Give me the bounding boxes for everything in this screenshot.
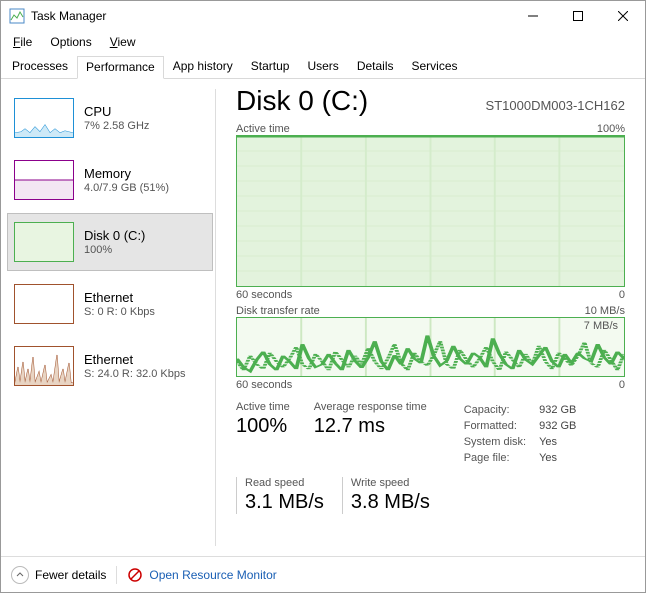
tab-performance[interactable]: Performance	[77, 56, 164, 79]
sidebar-item-label: Memory	[84, 166, 169, 181]
resource-monitor-icon	[127, 567, 143, 583]
chart1-max: 100%	[597, 123, 625, 135]
chart2-label: Disk transfer rate	[236, 305, 320, 317]
fewer-details-button[interactable]: Fewer details	[11, 566, 106, 584]
chevron-up-icon	[11, 566, 29, 584]
active-time-label: Active time	[236, 401, 290, 413]
ethernet-thumb-icon	[14, 284, 74, 324]
sidebar-item-label: CPU	[84, 104, 149, 119]
window-title: Task Manager	[31, 9, 106, 23]
chart2-xstart: 60 seconds	[236, 379, 292, 391]
disk-thumb-icon	[14, 222, 74, 262]
sidebar-item-cpu[interactable]: CPU 7% 2.58 GHz	[7, 89, 213, 147]
sidebar-item-ethernet-1[interactable]: Ethernet S: 0 R: 0 Kbps	[7, 275, 213, 333]
sidebar-item-sub: 4.0/7.9 GB (51%)	[84, 182, 169, 194]
write-speed-label: Write speed	[351, 477, 430, 489]
chart1-xstart: 60 seconds	[236, 289, 292, 301]
tab-details[interactable]: Details	[348, 55, 403, 78]
sidebar-item-sub: 7% 2.58 GHz	[84, 120, 149, 132]
menu-options[interactable]: Options	[42, 33, 99, 51]
sidebar-item-sub: 100%	[84, 244, 145, 256]
maximize-button[interactable]	[555, 1, 600, 31]
write-speed-value: 3.8 MB/s	[351, 491, 430, 514]
read-speed-value: 3.1 MB/s	[245, 491, 324, 514]
tabs: Processes Performance App history Startu…	[1, 55, 645, 79]
sidebar-item-label: Ethernet	[84, 290, 155, 305]
menubar: File Options View	[1, 31, 645, 55]
minimize-button[interactable]	[510, 1, 555, 31]
page-title: Disk 0 (C:)	[236, 85, 368, 117]
disk-model: ST1000DM003-1CH162	[486, 98, 625, 113]
separator	[116, 566, 117, 584]
active-time-value: 100%	[236, 415, 290, 438]
tab-users[interactable]: Users	[298, 55, 347, 78]
tab-startup[interactable]: Startup	[242, 55, 299, 78]
footer: Fewer details Open Resource Monitor	[1, 556, 645, 592]
chart1-label: Active time	[236, 123, 290, 135]
titlebar: Task Manager	[1, 1, 645, 31]
chart2-xend: 0	[619, 379, 625, 391]
ethernet-thumb-icon	[14, 346, 74, 386]
memory-thumb-icon	[14, 160, 74, 200]
sidebar-item-memory[interactable]: Memory 4.0/7.9 GB (51%)	[7, 151, 213, 209]
sidebar: CPU 7% 2.58 GHz Memory 4.0/7.9 GB (51%) …	[1, 79, 215, 556]
sidebar-item-ethernet-2[interactable]: Ethernet S: 24.0 R: 32.0 Kbps	[7, 337, 213, 395]
chart1-xend: 0	[619, 289, 625, 301]
sidebar-item-sub: S: 24.0 R: 32.0 Kbps	[84, 368, 186, 380]
tab-app-history[interactable]: App history	[164, 55, 242, 78]
content: CPU 7% 2.58 GHz Memory 4.0/7.9 GB (51%) …	[1, 79, 645, 556]
close-button[interactable]	[600, 1, 645, 31]
avg-response-label: Average response time	[314, 401, 427, 413]
menu-file[interactable]: File	[5, 33, 40, 51]
main-panel: Disk 0 (C:) ST1000DM003-1CH162 Active ti…	[216, 79, 645, 556]
sidebar-item-label: Ethernet	[84, 352, 186, 367]
active-time-chart[interactable]	[236, 135, 625, 287]
tab-processes[interactable]: Processes	[3, 55, 77, 78]
chart2-max: 10 MB/s	[585, 305, 625, 317]
task-manager-icon	[9, 8, 25, 24]
open-resource-monitor-link[interactable]: Open Resource Monitor	[127, 567, 276, 583]
avg-response-value: 12.7 ms	[314, 415, 427, 438]
sidebar-item-label: Disk 0 (C:)	[84, 228, 145, 243]
sidebar-item-disk[interactable]: Disk 0 (C:) 100%	[7, 213, 213, 271]
transfer-rate-chart[interactable]: 7 MB/s	[236, 317, 625, 377]
cpu-thumb-icon	[14, 98, 74, 138]
read-speed-label: Read speed	[245, 477, 324, 489]
tab-services[interactable]: Services	[403, 55, 467, 78]
sidebar-item-sub: S: 0 R: 0 Kbps	[84, 306, 155, 318]
disk-properties: Capacity:932 GB Formatted:932 GB System …	[461, 401, 580, 467]
menu-view[interactable]: View	[102, 33, 144, 51]
